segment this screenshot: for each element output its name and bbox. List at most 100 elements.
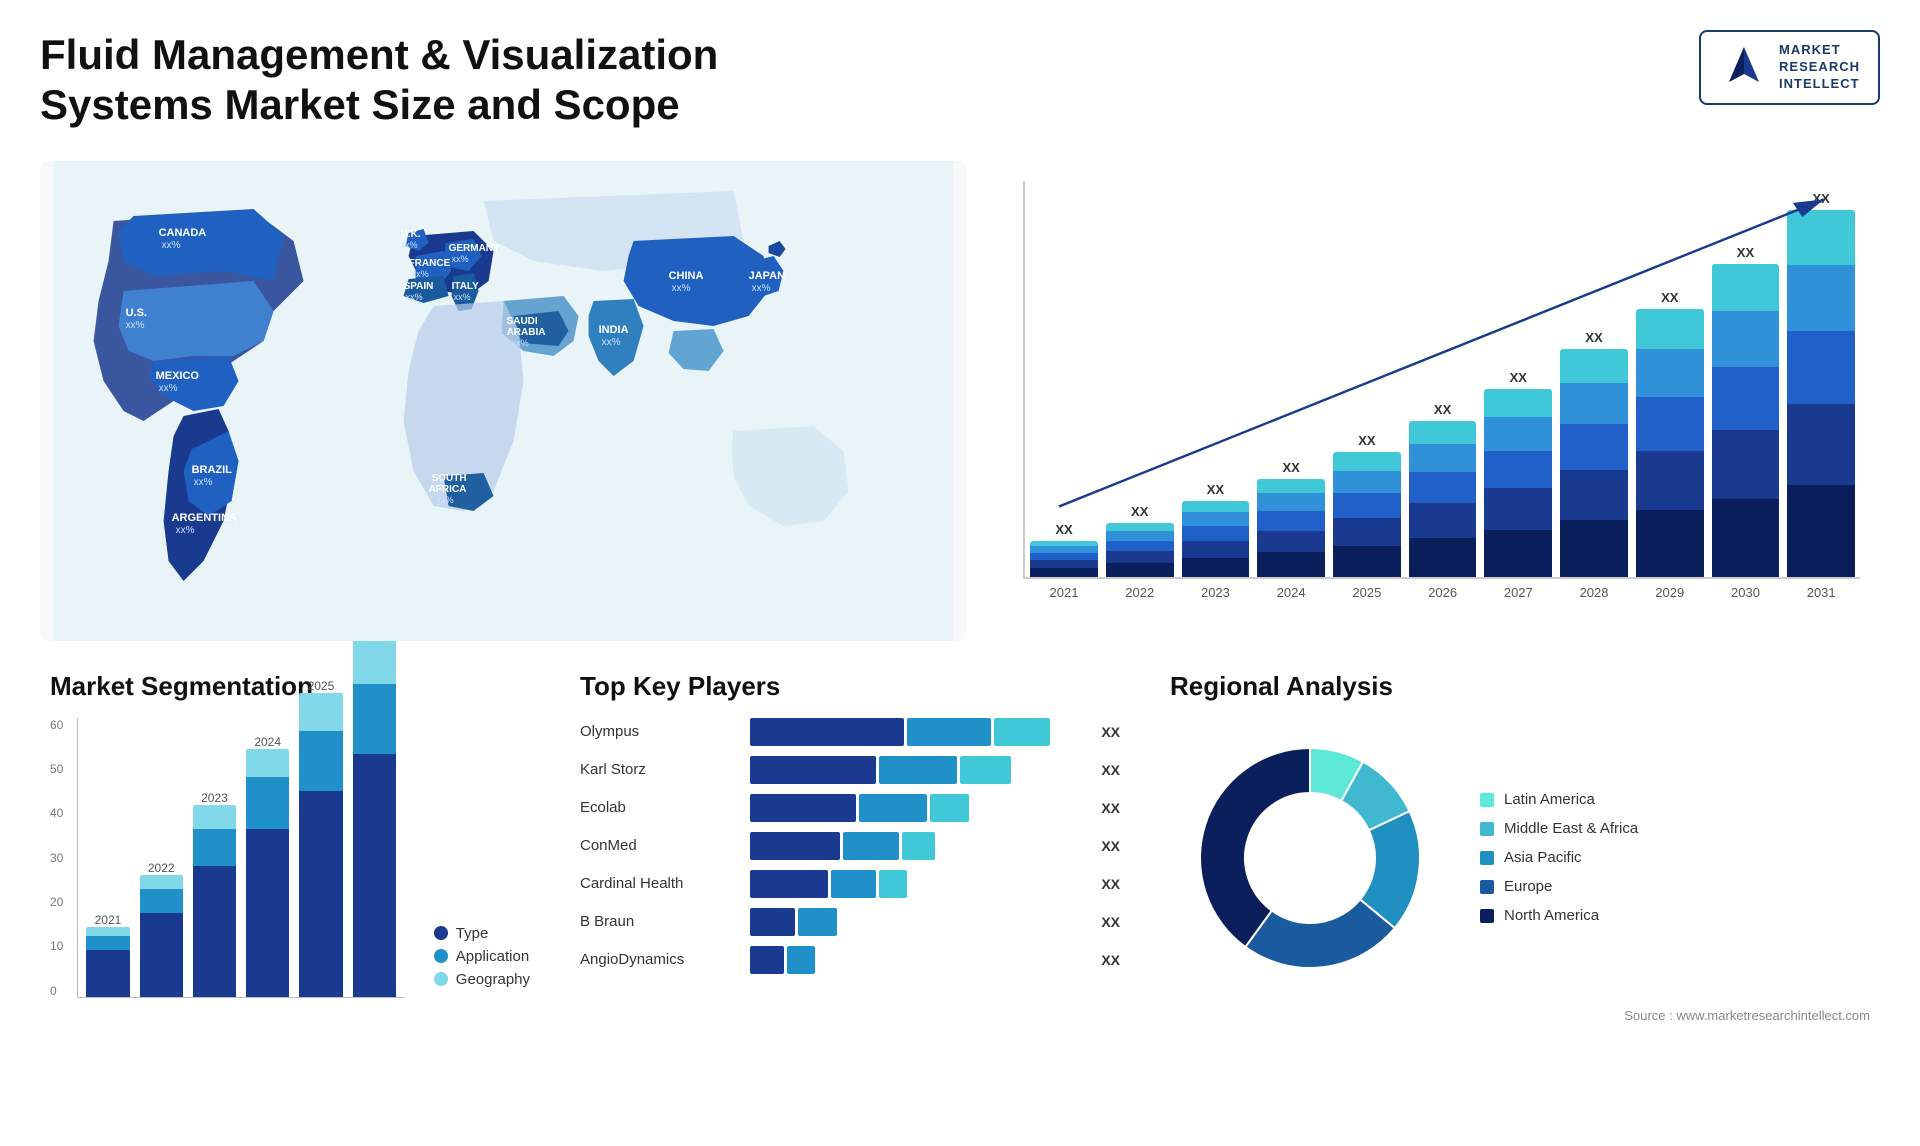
- seg-stack: [299, 693, 342, 996]
- player-bar-segment: [902, 832, 936, 860]
- bar-segment: [1182, 512, 1250, 526]
- seg-app-bar: [299, 731, 342, 792]
- donut-legend-label: North America: [1504, 907, 1599, 924]
- player-name: Karl Storz: [580, 761, 740, 778]
- svg-text:U.S.: U.S.: [126, 307, 147, 319]
- type-dot: [434, 926, 448, 940]
- bar-xx-label: XX: [1585, 330, 1602, 345]
- page-title: Fluid Management & Visualization Systems…: [40, 30, 820, 131]
- bar-segment: [1484, 530, 1552, 577]
- bar-year-label: 2026: [1409, 585, 1477, 600]
- svg-text:SAUDI: SAUDI: [507, 316, 538, 327]
- donut-legend-item: North America: [1480, 907, 1638, 924]
- donut-legend-dot: [1480, 909, 1494, 923]
- player-bar-segment: [907, 718, 991, 746]
- bar-year-label: 2030: [1712, 585, 1780, 600]
- seg-geo-bar: [353, 637, 396, 684]
- bar-segment: [1333, 518, 1401, 546]
- donut-legend-dot: [1480, 822, 1494, 836]
- seg-type-bar: [86, 950, 129, 997]
- bar-year-label: 2028: [1560, 585, 1628, 600]
- seg-geo-bar: [246, 749, 289, 777]
- bar-year-label: 2027: [1484, 585, 1552, 600]
- donut-segment: [1200, 748, 1310, 947]
- svg-text:xx%: xx%: [512, 338, 529, 348]
- seg-type-bar: [353, 754, 396, 997]
- bar-segment: [1636, 397, 1704, 451]
- seg-geo-bar: [86, 927, 129, 936]
- bar-year-label: 2021: [1030, 585, 1098, 600]
- bar-segment: [1333, 452, 1401, 471]
- svg-text:xx%: xx%: [159, 383, 178, 394]
- player-xx-label: XX: [1101, 914, 1120, 930]
- app-dot: [434, 949, 448, 963]
- player-bar-segment: [831, 870, 876, 898]
- world-map-area: CANADA xx% U.S. xx% MEXICO xx% BRAZIL xx…: [40, 161, 967, 641]
- seg-bar-group: 2024: [246, 731, 289, 996]
- bar-segment: [1182, 526, 1250, 541]
- top-section: CANADA xx% U.S. xx% MEXICO xx% BRAZIL xx…: [40, 161, 1880, 641]
- bar-stack: [1787, 210, 1855, 577]
- svg-text:MEXICO: MEXICO: [156, 370, 200, 382]
- bar-segment: [1560, 349, 1628, 383]
- svg-text:xx%: xx%: [126, 320, 145, 331]
- bar-segment: [1787, 485, 1855, 577]
- bar-segment: [1636, 510, 1704, 577]
- seg-bar-group: 2026: [353, 619, 396, 996]
- donut-legend-dot: [1480, 880, 1494, 894]
- source-text: Source : www.marketresearchintellect.com: [1170, 1008, 1870, 1023]
- donut-legend: Latin AmericaMiddle East & AfricaAsia Pa…: [1480, 791, 1638, 924]
- seg-bars-container: 202120222023202420252026: [77, 718, 403, 998]
- player-bar-segment: [879, 756, 957, 784]
- bar-group: XX: [1484, 370, 1552, 577]
- donut-legend-dot: [1480, 851, 1494, 865]
- player-bar-segment: [798, 908, 837, 936]
- svg-text:xx%: xx%: [412, 269, 429, 279]
- bar-segment: [1636, 451, 1704, 510]
- bar-xx-label: XX: [1737, 245, 1754, 260]
- player-xx-label: XX: [1101, 800, 1120, 816]
- svg-text:xx%: xx%: [437, 495, 454, 505]
- donut-legend-dot: [1480, 793, 1494, 807]
- bar-segment: [1787, 404, 1855, 485]
- svg-text:xx%: xx%: [672, 283, 691, 294]
- bar-stack: [1333, 452, 1401, 577]
- bar-segment: [1560, 383, 1628, 424]
- svg-text:SOUTH: SOUTH: [432, 473, 467, 484]
- player-bar-wrap: [750, 908, 1085, 936]
- svg-text:xx%: xx%: [162, 240, 181, 251]
- bar-segment: [1712, 430, 1780, 499]
- bar-segment: [1257, 511, 1325, 531]
- svg-text:INDIA: INDIA: [599, 324, 629, 336]
- segmentation-area: Market Segmentation 0102030405060 202120…: [40, 661, 540, 1101]
- seg-legend-type: Type: [434, 925, 530, 942]
- bar-segment: [1182, 558, 1250, 577]
- seg-type-bar: [193, 866, 236, 997]
- player-bar-wrap: [750, 718, 1085, 746]
- seg-bar-group: 2021: [86, 909, 129, 997]
- svg-text:xx%: xx%: [401, 240, 418, 250]
- player-name: B Braun: [580, 913, 740, 930]
- bar-segment: [1257, 531, 1325, 553]
- bar-stack: [1484, 389, 1552, 577]
- svg-text:U.K.: U.K.: [401, 229, 421, 240]
- header: Fluid Management & Visualization Systems…: [40, 30, 1880, 131]
- svg-text:xx%: xx%: [602, 337, 621, 348]
- player-bar-wrap: [750, 756, 1085, 784]
- geo-dot: [434, 972, 448, 986]
- bar-segment: [1712, 264, 1780, 311]
- seg-stack: [246, 749, 289, 996]
- bar-segment: [1409, 472, 1477, 503]
- bar-group: XX: [1030, 522, 1098, 577]
- bottom-section: Market Segmentation 0102030405060 202120…: [40, 661, 1880, 1101]
- donut-legend-item: Middle East & Africa: [1480, 820, 1638, 837]
- seg-app-bar: [353, 684, 396, 754]
- bar-segment: [1333, 471, 1401, 494]
- seg-app-bar: [246, 777, 289, 828]
- svg-text:SPAIN: SPAIN: [404, 281, 434, 292]
- seg-bar-group: 2023: [193, 787, 236, 996]
- player-bar-segment: [960, 756, 1010, 784]
- donut-legend-label: Middle East & Africa: [1504, 820, 1638, 837]
- bar-group: XX: [1333, 433, 1401, 577]
- app-label: Application: [456, 948, 529, 965]
